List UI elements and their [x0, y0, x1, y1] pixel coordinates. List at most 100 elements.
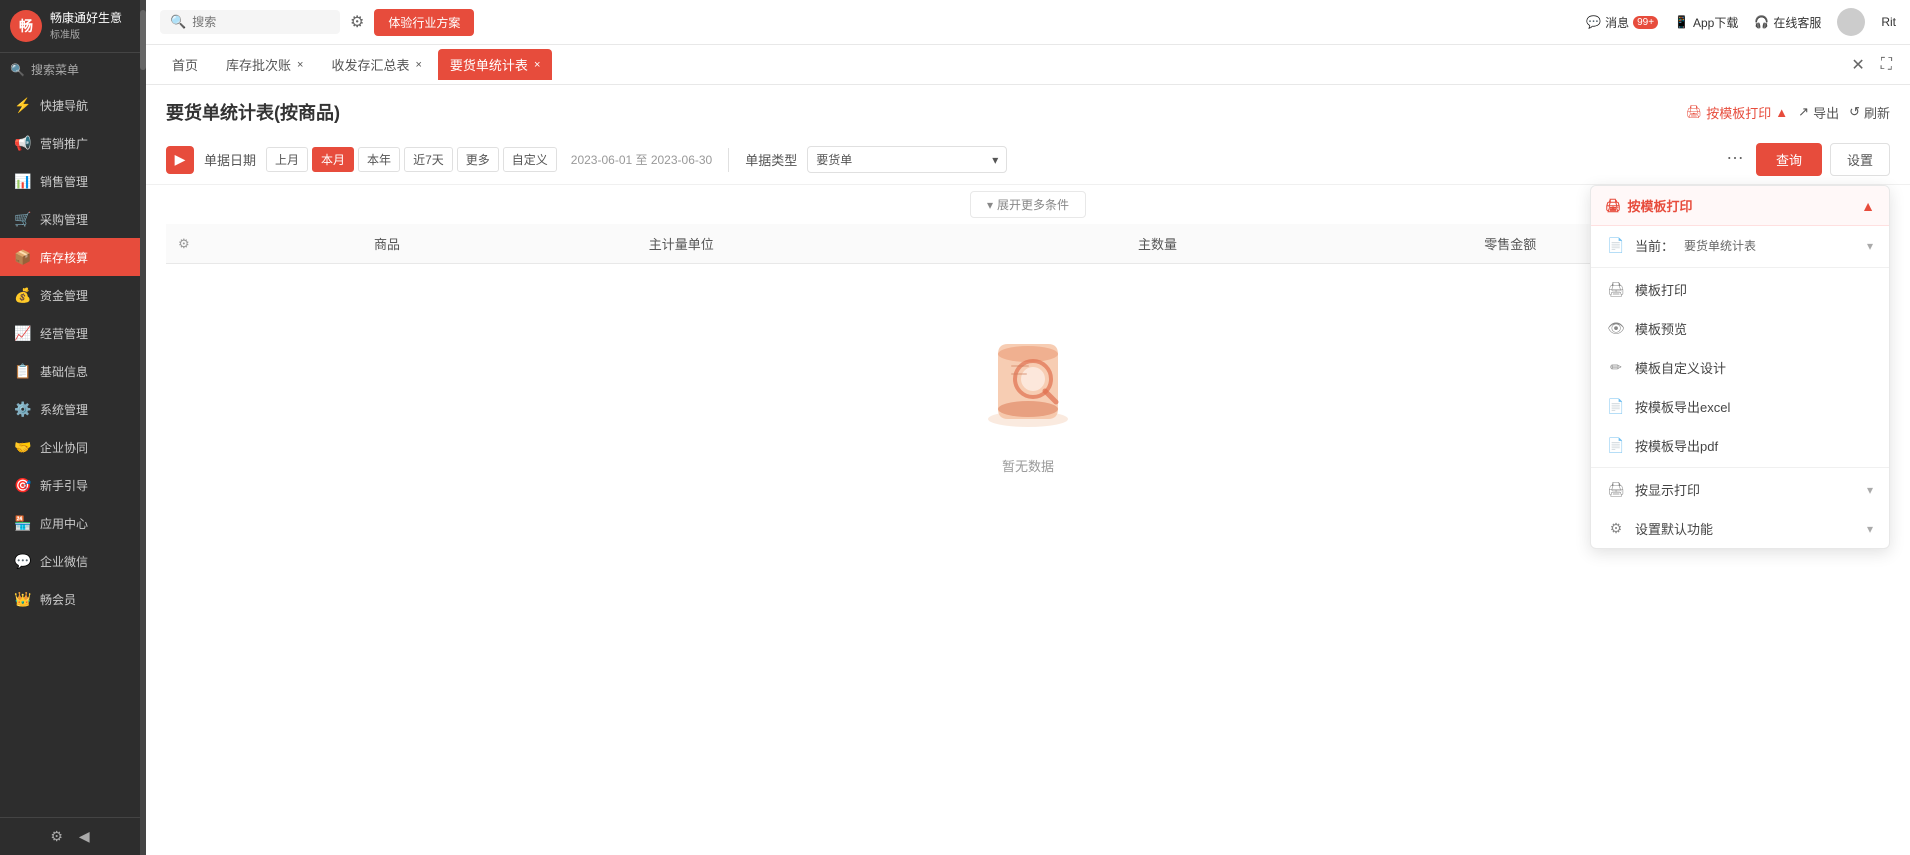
filter-bar: ▶ 单据日期 上月 本月 本年 近7天 更多 自定义 2023-06-01 至 … [146, 135, 1910, 185]
sidebar-item-member[interactable]: 👑 畅会员 [0, 580, 140, 618]
dropdown-item-display-print[interactable]: 🖨 按显示打印 ▾ [1591, 470, 1889, 509]
tab-order-stats[interactable]: 要货单统计表 × [438, 49, 552, 80]
refresh-icon: ↺ [1849, 104, 1860, 120]
sidebar-item-guide[interactable]: 🎯 新手引导 [0, 466, 140, 504]
display-print-icon: 🖨 [1607, 481, 1625, 498]
sidebar-item-operations[interactable]: 📈 经营管理 [0, 314, 140, 352]
finance-icon: 💰 [14, 286, 32, 304]
message-icon: 💬 [1586, 15, 1601, 29]
collab-icon: 🤝 [14, 438, 32, 456]
template-print-button[interactable]: 🖨 按模板打印 ▲ [1686, 103, 1788, 122]
sidebar-item-sales[interactable]: 📊 销售管理 [0, 162, 140, 200]
date-this-month[interactable]: 本月 [312, 147, 354, 172]
tab-close-summary[interactable]: × [415, 59, 421, 71]
wechat-icon: 💬 [14, 552, 32, 570]
page-content: 要货单统计表(按商品) 🖨 按模板打印 ▲ ↗ 导出 ↺ 刷新 [146, 85, 1910, 855]
page-inner: 要货单统计表(按商品) 🖨 按模板打印 ▲ ↗ 导出 ↺ 刷新 [146, 85, 1910, 855]
sidebar-item-finance[interactable]: 💰 资金管理 [0, 276, 140, 314]
tab-batch-account[interactable]: 库存批次账 × [214, 49, 315, 80]
sidebar-item-quick-nav[interactable]: ⚡ 快捷导航 [0, 86, 140, 124]
type-select-label: 要货单 [816, 151, 988, 168]
date-range: 2023-06-01 至 2023-06-30 [571, 151, 712, 168]
member-icon: 👑 [14, 590, 32, 608]
dropdown-title: 🖨 按模板打印 [1605, 196, 1693, 215]
collapse-icon[interactable]: ◀ [79, 828, 90, 845]
logo-sub: 标准版 [50, 26, 122, 41]
pdf-icon: 📄 [1607, 437, 1625, 454]
filter-divider [728, 148, 729, 172]
date-last-7days[interactable]: 近7天 [404, 147, 453, 172]
messages-button[interactable]: 💬 消息 99+ [1586, 14, 1658, 31]
dropdown-chevron-up[interactable]: ▲ [1861, 198, 1875, 214]
dropdown-item-pdf[interactable]: 📄 按模板导出pdf [1591, 426, 1889, 465]
dropdown-item-print[interactable]: 🖨 模板打印 [1591, 270, 1889, 309]
page-header: 要货单统计表(按商品) 🖨 按模板打印 ▲ ↗ 导出 ↺ 刷新 [146, 85, 1910, 135]
sidebar-item-inventory[interactable]: 📦 库存核算 [0, 238, 140, 276]
sidebar-item-collab[interactable]: 🤝 企业协同 [0, 428, 140, 466]
sidebar-item-wechat[interactable]: 💬 企业微信 [0, 542, 140, 580]
more-options-icon[interactable]: … [1726, 143, 1744, 176]
table-col-unit: 主计量单位 [637, 224, 1126, 264]
dropdown-item-design[interactable]: ✏ 模板自定义设计 [1591, 348, 1889, 387]
sidebar-item-appstore[interactable]: 🏪 应用中心 [0, 504, 140, 542]
app-download-button[interactable]: 📱 App下载 [1674, 14, 1738, 31]
current-prefix: 当前： [1635, 236, 1674, 255]
expand-icon: ▾ [987, 198, 993, 212]
tab-close-batch[interactable]: × [297, 59, 303, 71]
date-last-month[interactable]: 上月 [266, 147, 308, 172]
expand-filters-button[interactable]: ▾ 展开更多条件 [970, 191, 1086, 218]
headset-icon: 🎧 [1754, 15, 1769, 29]
tab-close-all-icon[interactable]: ✕ [1847, 53, 1868, 77]
page-actions: 🖨 按模板打印 ▲ ↗ 导出 ↺ 刷新 [1686, 103, 1890, 122]
export-button[interactable]: ↗ 导出 [1798, 103, 1839, 122]
topbar-search-box[interactable]: 🔍 [160, 10, 340, 34]
table-col-goods: 商品 [362, 224, 637, 264]
guide-icon: 🎯 [14, 476, 32, 494]
settings-button[interactable]: 设置 [1830, 143, 1890, 176]
main-content: 🔍 ⚙ 体验行业方案 💬 消息 99+ 📱 App下载 🎧 在线客服 Rit [146, 0, 1910, 855]
date-custom[interactable]: 自定义 [503, 147, 557, 172]
search-icon: 🔍 [10, 63, 25, 77]
type-select[interactable]: 要货单 ▾ [807, 146, 1007, 173]
table-settings-icon[interactable]: ⚙ [178, 236, 190, 251]
phone-icon: 📱 [1674, 15, 1689, 29]
sidebar-item-system[interactable]: ⚙️ 系统管理 [0, 390, 140, 428]
sidebar-search[interactable]: 🔍 搜索菜单 [0, 53, 140, 86]
chevron-down-icon: ▾ [992, 153, 998, 167]
filter-toggle-btn[interactable]: ▶ [166, 146, 194, 174]
sales-icon: 📊 [14, 172, 32, 190]
gear-icon[interactable]: ⚙ [350, 12, 364, 32]
current-template-item[interactable]: 📄 当前： 要货单统计表 ▾ [1591, 226, 1889, 265]
tab-summary[interactable]: 收发存汇总表 × [319, 49, 433, 80]
page-title: 要货单统计表(按商品) [166, 99, 340, 125]
tab-home[interactable]: 首页 [160, 49, 210, 80]
tab-expand-icon[interactable]: ⛶ [1877, 54, 1896, 76]
trial-button[interactable]: 体验行业方案 [374, 9, 474, 36]
marketing-icon: 📢 [14, 134, 32, 152]
query-button[interactable]: 查询 [1756, 143, 1822, 176]
tab-close-order-stats[interactable]: × [534, 59, 540, 71]
sidebar-item-basic[interactable]: 📋 基础信息 [0, 352, 140, 390]
type-label: 单据类型 [745, 150, 797, 169]
template-print-icon: 🖨 [1607, 281, 1625, 298]
set-default-icon: ⚙ [1607, 520, 1625, 537]
topbar-search-icon: 🔍 [170, 14, 186, 30]
export-icon: ↗ [1798, 104, 1809, 120]
system-icon: ⚙️ [14, 400, 32, 418]
avatar[interactable] [1837, 8, 1865, 36]
date-more[interactable]: 更多 [457, 147, 499, 172]
tabbar-controls: ✕ ⛶ [1847, 53, 1896, 77]
filter-right-buttons: … 查询 设置 [1726, 143, 1890, 176]
online-service-button[interactable]: 🎧 在线客服 [1754, 14, 1821, 31]
dropdown-item-preview[interactable]: 👁 模板预览 [1591, 309, 1889, 348]
dropdown-item-excel[interactable]: 📄 按模板导出excel [1591, 387, 1889, 426]
table-col-setting[interactable]: ⚙ [166, 224, 362, 264]
date-this-year[interactable]: 本年 [358, 147, 400, 172]
sidebar-item-marketing[interactable]: 📢 营销推广 [0, 124, 140, 162]
sidebar-item-purchase[interactable]: 🛒 采购管理 [0, 200, 140, 238]
message-badge: 99+ [1633, 16, 1658, 29]
settings-icon[interactable]: ⚙ [50, 828, 63, 845]
search-input[interactable] [192, 15, 312, 29]
refresh-button[interactable]: ↺ 刷新 [1849, 103, 1890, 122]
dropdown-item-set-default[interactable]: ⚙ 设置默认功能 ▾ [1591, 509, 1889, 548]
